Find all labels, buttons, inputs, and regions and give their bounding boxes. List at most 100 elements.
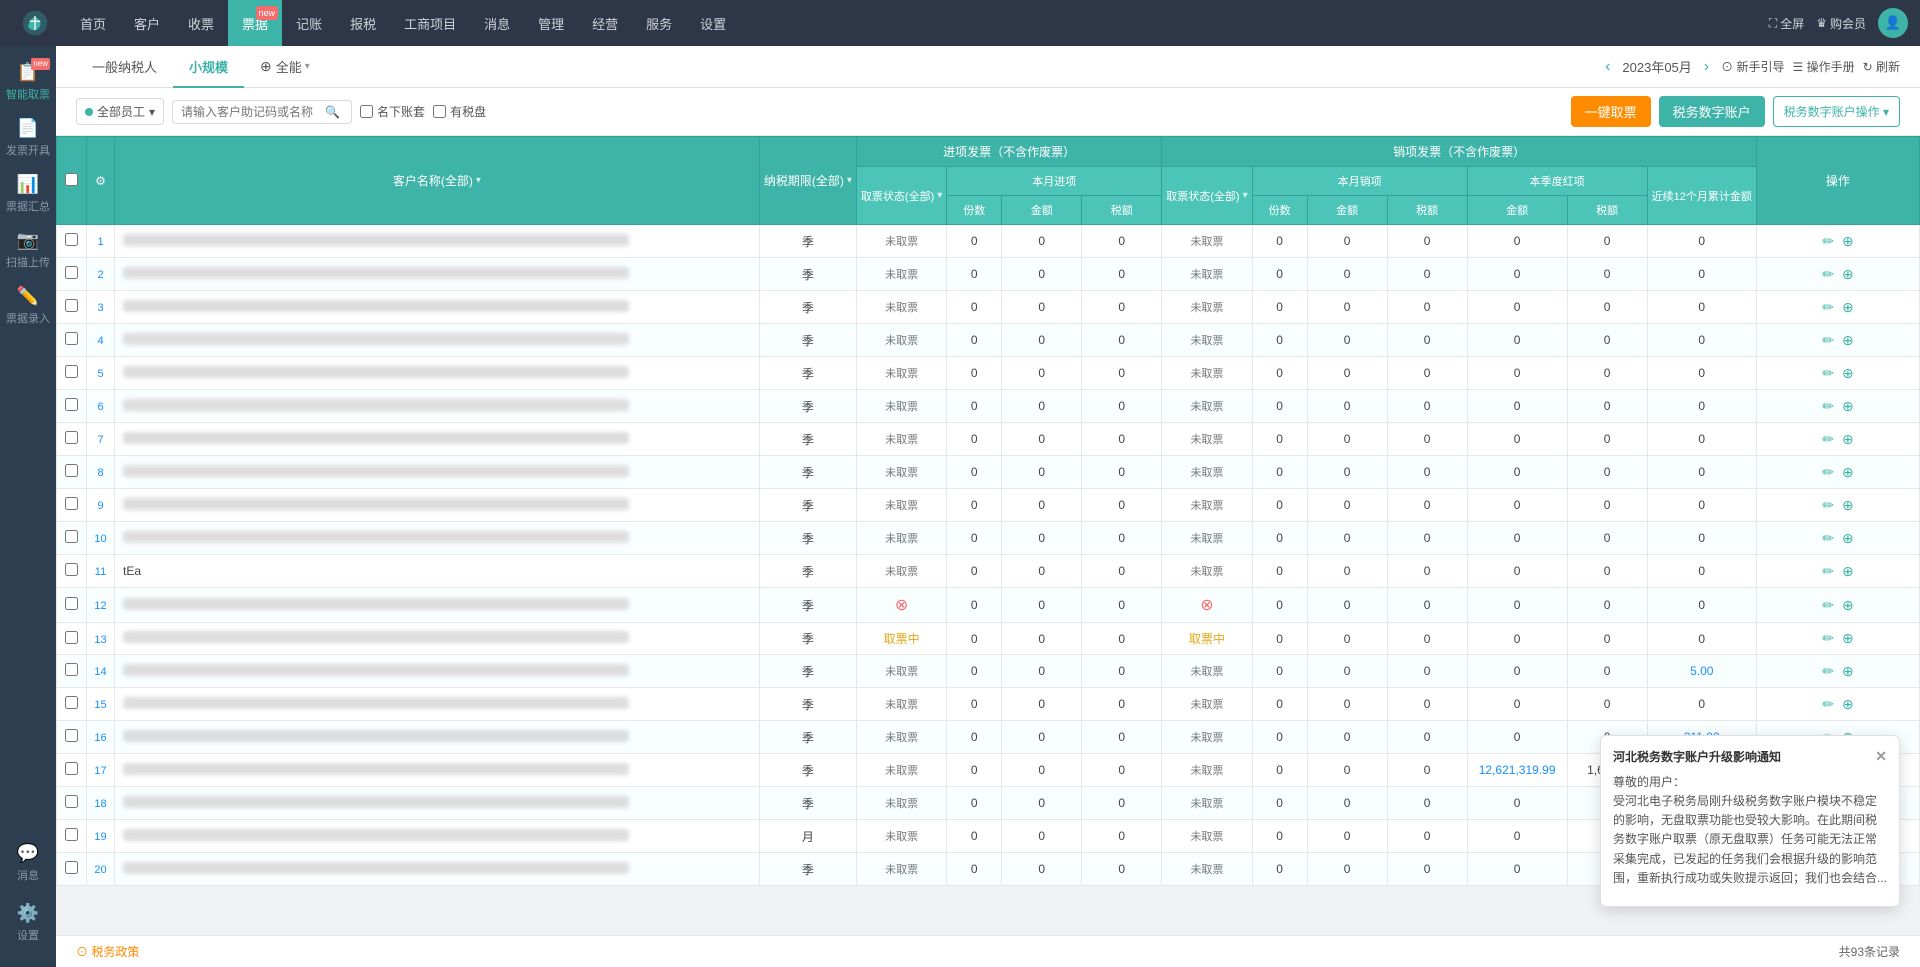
nav-invoice[interactable]: 票据 new <box>228 0 282 46</box>
checkbox-named-accounts[interactable]: 名下账套 <box>360 103 425 120</box>
customer-search-input[interactable] <box>181 105 321 119</box>
out-status-cell[interactable]: 未取票 <box>1162 357 1252 390</box>
customer-name-cell[interactable] <box>115 291 760 324</box>
row-checkbox[interactable] <box>65 266 78 279</box>
header-select-all[interactable] <box>57 137 87 225</box>
copy-icon[interactable]: ⊕ <box>1842 530 1854 547</box>
in-status-cell[interactable]: 未取票 <box>856 291 946 324</box>
sidebar-item-entry[interactable]: ✏️ 票据录入 <box>0 278 56 334</box>
copy-icon[interactable]: ⊕ <box>1842 365 1854 382</box>
customer-name-cell[interactable] <box>115 754 760 787</box>
edit-icon[interactable]: ✏ <box>1822 431 1834 448</box>
row-checkbox[interactable] <box>65 762 78 775</box>
in-status-cell[interactable]: 未取票 <box>856 820 946 853</box>
sidebar-item-invoice-open[interactable]: 📄 发票开具 <box>0 110 56 166</box>
row-checkbox-cell[interactable] <box>57 225 87 258</box>
header-in-fetch-status[interactable]: 取票状态(全部) ▾ <box>856 167 946 225</box>
out-status-cell[interactable]: 取票中 <box>1162 623 1252 655</box>
in-status-cell[interactable]: 未取票 <box>856 357 946 390</box>
edit-icon[interactable]: ✏ <box>1822 332 1834 349</box>
row-checkbox-cell[interactable] <box>57 291 87 324</box>
out-status-cell[interactable]: 未取票 <box>1162 555 1252 588</box>
out-status-cell[interactable]: 未取票 <box>1162 225 1252 258</box>
header-settings[interactable]: ⚙ <box>87 137 115 225</box>
nav-service[interactable]: 服务 <box>632 0 686 46</box>
cumulative-link[interactable]: 5.00 <box>1690 664 1713 678</box>
copy-icon[interactable]: ⊕ <box>1842 431 1854 448</box>
select-all-checkbox[interactable] <box>65 173 78 186</box>
out-status-cell[interactable]: 未取票 <box>1162 456 1252 489</box>
tax-policy-link[interactable]: ⊙ 税务政策 <box>76 943 139 960</box>
nav-bookkeeping[interactable]: 记账 <box>282 0 336 46</box>
copy-icon[interactable]: ⊕ <box>1842 597 1854 614</box>
out-status-cell[interactable]: 未取票 <box>1162 787 1252 820</box>
row-checkbox-cell[interactable] <box>57 588 87 623</box>
copy-icon[interactable]: ⊕ <box>1842 233 1854 250</box>
row-checkbox-cell[interactable] <box>57 258 87 291</box>
customer-name-cell[interactable] <box>115 623 760 655</box>
row-checkbox[interactable] <box>65 497 78 510</box>
in-status-cell[interactable]: 未取票 <box>856 754 946 787</box>
in-status-cell[interactable]: 未取票 <box>856 324 946 357</box>
row-checkbox-cell[interactable] <box>57 787 87 820</box>
edit-icon[interactable]: ✏ <box>1822 266 1834 283</box>
customer-name-cell[interactable]: tEa <box>115 555 760 588</box>
sidebar-item-summary[interactable]: 📊 票据汇总 <box>0 166 56 222</box>
in-status-cell[interactable]: 未取票 <box>856 853 946 886</box>
out-status-cell[interactable]: 未取票 <box>1162 390 1252 423</box>
out-status-cell[interactable]: 未取票 <box>1162 721 1252 754</box>
checkbox-has-taxbox[interactable]: 有税盘 <box>433 103 486 120</box>
customer-name-cell[interactable] <box>115 853 760 886</box>
row-checkbox[interactable] <box>65 332 78 345</box>
sidebar-item-scan[interactable]: 📷 扫描上传 <box>0 222 56 278</box>
customer-name-cell[interactable] <box>115 721 760 754</box>
in-status-cell[interactable]: 未取票 <box>856 655 946 688</box>
out-status-cell[interactable]: 未取票 <box>1162 754 1252 787</box>
copy-icon[interactable]: ⊕ <box>1842 332 1854 349</box>
row-checkbox-cell[interactable] <box>57 456 87 489</box>
row-checkbox[interactable] <box>65 299 78 312</box>
customer-name-cell[interactable] <box>115 456 760 489</box>
in-status-cell[interactable]: 未取票 <box>856 787 946 820</box>
nav-business2[interactable]: 经营 <box>578 0 632 46</box>
in-status-cell[interactable]: 未取票 <box>856 688 946 721</box>
out-status-cell[interactable]: 未取票 <box>1162 820 1252 853</box>
row-checkbox-cell[interactable] <box>57 357 87 390</box>
in-status-cell[interactable]: 未取票 <box>856 489 946 522</box>
customer-name-cell[interactable] <box>115 688 760 721</box>
employee-select[interactable]: 全部员工 ▾ <box>76 98 164 125</box>
in-status-cell[interactable]: 未取票 <box>856 555 946 588</box>
one-click-fetch-btn[interactable]: 一键取票 <box>1571 96 1651 127</box>
nav-home[interactable]: 首页 <box>66 0 120 46</box>
next-month-btn[interactable]: › <box>1700 58 1713 76</box>
edit-icon[interactable]: ✏ <box>1822 233 1834 250</box>
customer-name-cell[interactable] <box>115 225 760 258</box>
out-status-cell[interactable]: 未取票 <box>1162 258 1252 291</box>
row-checkbox[interactable] <box>65 696 78 709</box>
customer-name-cell[interactable] <box>115 820 760 853</box>
nav-receive[interactable]: 收票 <box>174 0 228 46</box>
copy-icon[interactable]: ⊕ <box>1842 630 1854 647</box>
row-checkbox-cell[interactable] <box>57 688 87 721</box>
manual-link[interactable]: ☰ 操作手册 <box>1792 58 1854 75</box>
edit-icon[interactable]: ✏ <box>1822 663 1834 680</box>
row-checkbox[interactable] <box>65 631 78 644</box>
out-status-cell[interactable]: 未取票 <box>1162 423 1252 456</box>
popup-close-btn[interactable]: ✕ <box>1875 748 1887 765</box>
edit-icon[interactable]: ✏ <box>1822 398 1834 415</box>
out-status-cell[interactable]: 未取票 <box>1162 853 1252 886</box>
out-status-filter-icon[interactable]: ▾ <box>1243 190 1248 201</box>
row-checkbox[interactable] <box>65 861 78 874</box>
customer-name-cell[interactable] <box>115 423 760 456</box>
edit-icon[interactable]: ✏ <box>1822 497 1834 514</box>
copy-icon[interactable]: ⊕ <box>1842 497 1854 514</box>
customer-name-cell[interactable] <box>115 655 760 688</box>
copy-icon[interactable]: ⊕ <box>1842 299 1854 316</box>
sidebar-item-config[interactable]: ⚙️ 设置 <box>0 895 56 951</box>
sidebar-item-message[interactable]: 💬 消息 <box>0 835 56 891</box>
row-checkbox-cell[interactable] <box>57 623 87 655</box>
out-status-cell[interactable]: 未取票 <box>1162 489 1252 522</box>
row-checkbox[interactable] <box>65 563 78 576</box>
row-checkbox[interactable] <box>65 597 78 610</box>
row-checkbox[interactable] <box>65 233 78 246</box>
